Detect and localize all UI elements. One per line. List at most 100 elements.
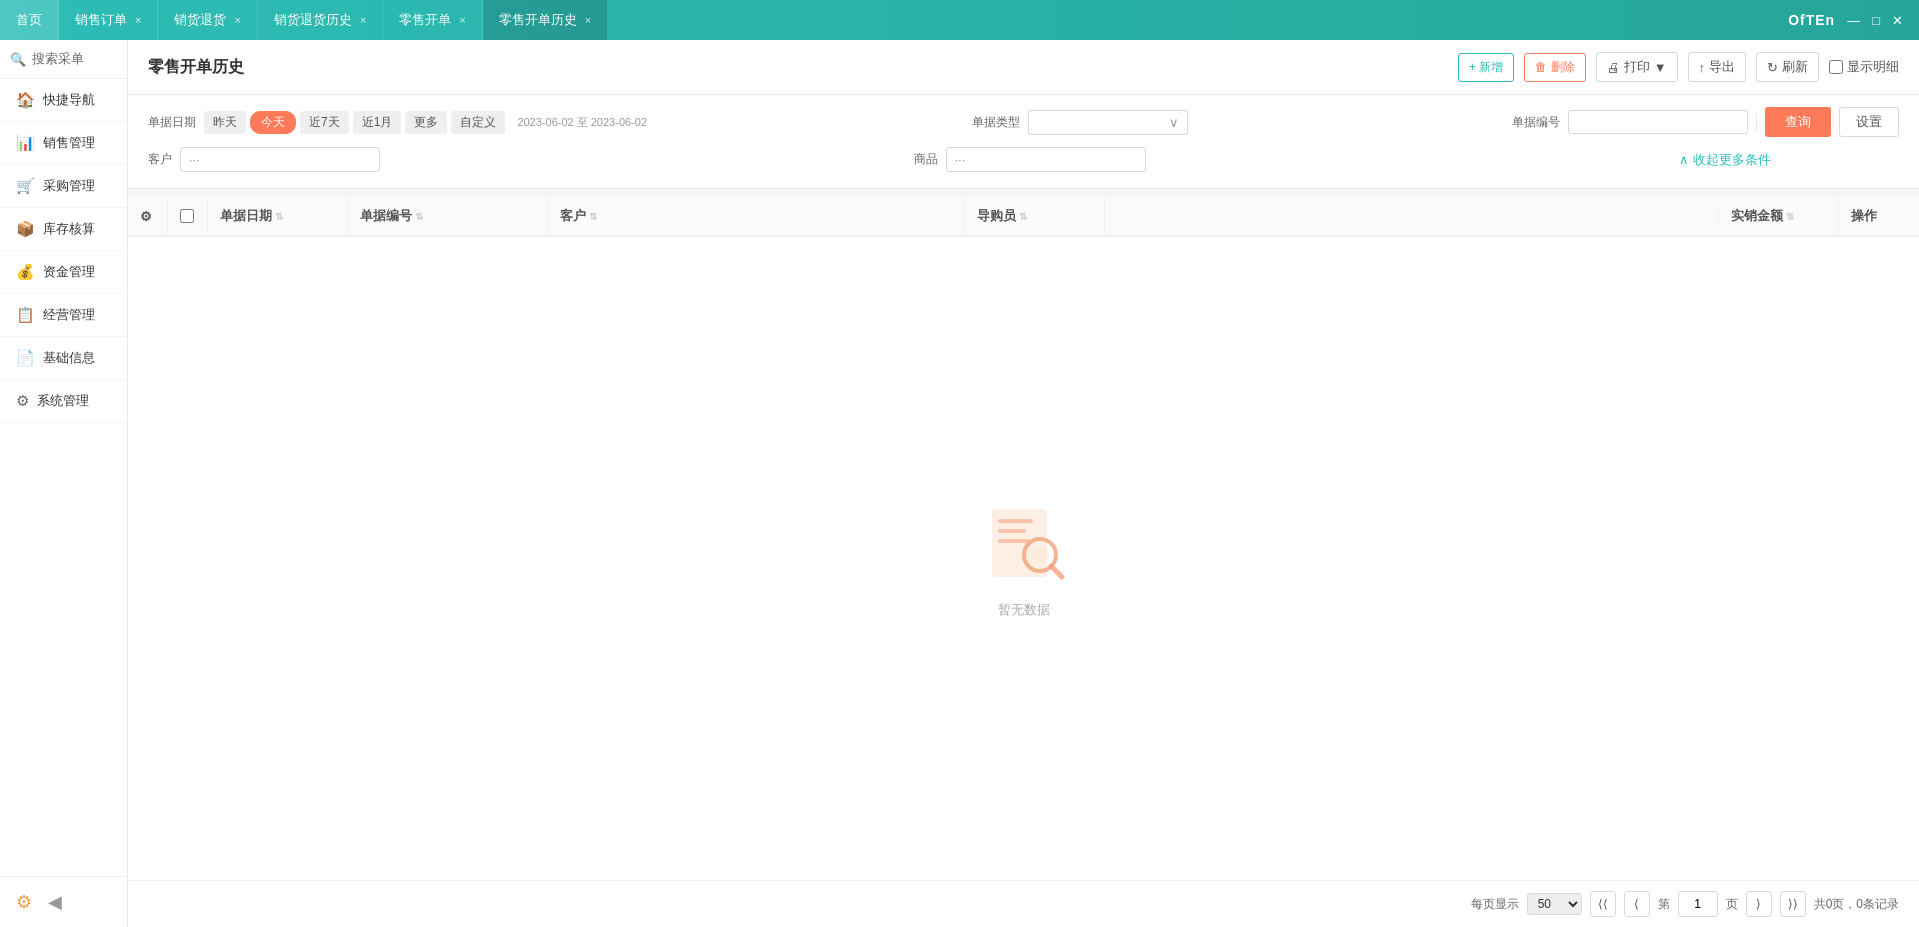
date-btn-custom[interactable]: 自定义 bbox=[451, 111, 505, 134]
tab-return-history-close[interactable]: × bbox=[360, 14, 366, 26]
th-customer-sort[interactable]: ⇅ bbox=[589, 211, 597, 222]
purchase-icon: 🛒 bbox=[16, 177, 35, 195]
page-size-label: 每页显示 bbox=[1471, 896, 1519, 913]
set-button[interactable]: 设置 bbox=[1839, 107, 1899, 137]
sidebar-gear-btn[interactable]: ⚙ bbox=[16, 891, 32, 913]
sidebar-item-system[interactable]: ⚙ 系统管理 bbox=[0, 380, 127, 423]
collapse-filter-btn[interactable]: ∧ 收起更多条件 bbox=[1679, 151, 1771, 169]
tab-home[interactable]: 首页 bbox=[0, 0, 59, 40]
th-num: 单据编号 ⇅ bbox=[348, 197, 548, 235]
empty-state: 暂无数据 bbox=[974, 499, 1074, 619]
main-layout: 🔍 搜索采单 🏠 快捷导航 📊 销售管理 🛒 采购管理 📦 库存核算 💰 资金管… bbox=[0, 40, 1919, 927]
print-label: 打印 bbox=[1624, 58, 1650, 76]
customer-select[interactable]: ··· bbox=[180, 147, 380, 172]
page-number-input[interactable] bbox=[1678, 891, 1718, 917]
th-check bbox=[168, 199, 208, 233]
sidebar-item-inventory[interactable]: 📦 库存核算 bbox=[0, 208, 127, 251]
tab-return-history-label: 销货退货历史 bbox=[274, 11, 352, 29]
date-btn-1month[interactable]: 近1月 bbox=[353, 111, 402, 134]
system-icon: ⚙ bbox=[16, 392, 29, 410]
select-all-checkbox[interactable] bbox=[180, 209, 194, 223]
th-date-label: 单据日期 bbox=[220, 207, 272, 225]
sidebar-item-sales-label: 销售管理 bbox=[43, 134, 95, 152]
th-num-sort[interactable]: ⇅ bbox=[415, 211, 423, 222]
sidebar-item-sales[interactable]: 📊 销售管理 bbox=[0, 122, 127, 165]
prev-page-btn[interactable]: ⟨ bbox=[1624, 891, 1650, 917]
th-action: 操作 bbox=[1839, 197, 1919, 235]
total-info: 共0页，0条记录 bbox=[1814, 896, 1899, 913]
header-actions: + 新增 🗑 删除 🖨 打印 ▼ ↑ 导出 ↻ 刷新 显示明细 bbox=[1458, 52, 1899, 82]
refresh-icon: ↻ bbox=[1767, 60, 1778, 75]
sidebar-item-operation-label: 经营管理 bbox=[43, 306, 95, 324]
goods-select[interactable]: ··· bbox=[946, 147, 1146, 172]
svg-rect-3 bbox=[998, 539, 1030, 543]
th-customer-label: 客户 bbox=[560, 207, 586, 225]
doc-num-input[interactable] bbox=[1568, 110, 1748, 134]
page-title: 零售开单历史 bbox=[148, 57, 244, 78]
th-date-sort[interactable]: ⇅ bbox=[275, 211, 283, 222]
date-btn-yesterday[interactable]: 昨天 bbox=[204, 111, 246, 134]
tab-return-history[interactable]: 销货退货历史 × bbox=[258, 0, 383, 40]
th-amount-sort[interactable]: ⇅ bbox=[1786, 211, 1794, 222]
table-body: 暂无数据 bbox=[128, 237, 1919, 880]
tab-return[interactable]: 销货退货 × bbox=[158, 0, 257, 40]
tab-retail-history[interactable]: 零售开单历史 × bbox=[483, 0, 608, 40]
finance-icon: 💰 bbox=[16, 263, 35, 281]
window-close-btn[interactable]: ✕ bbox=[1892, 13, 1903, 28]
customer-label: 客户 bbox=[148, 151, 172, 168]
maximize-btn[interactable]: □ bbox=[1872, 13, 1880, 28]
table-area: ⚙ 单据日期 ⇅ 单据编号 ⇅ 客户 ⇅ 导购员 bbox=[128, 197, 1919, 880]
svg-rect-1 bbox=[998, 519, 1033, 523]
sidebar-item-purchase-label: 采购管理 bbox=[43, 177, 95, 195]
query-button[interactable]: 查询 bbox=[1765, 107, 1831, 137]
page-size-select[interactable]: 50 10 20 100 bbox=[1527, 893, 1582, 915]
sidebar-item-basic-info[interactable]: 📄 基础信息 bbox=[0, 337, 127, 380]
sidebar-item-finance[interactable]: 💰 资金管理 bbox=[0, 251, 127, 294]
first-page-btn[interactable]: ⟨⟨ bbox=[1590, 891, 1616, 917]
th-settings: ⚙ bbox=[128, 199, 168, 234]
filter-row-1: 单据日期 昨天 今天 近7天 近1月 更多 自定义 2023-06-02 至 2… bbox=[148, 107, 1899, 137]
tab-home-label: 首页 bbox=[16, 11, 42, 29]
minimize-btn[interactable]: — bbox=[1847, 13, 1860, 28]
tab-sales-order[interactable]: 销售订单 × bbox=[59, 0, 158, 40]
doc-type-select[interactable]: ∨ bbox=[1028, 110, 1188, 135]
tab-retail-open[interactable]: 零售开单 × bbox=[383, 0, 482, 40]
date-btn-today[interactable]: 今天 bbox=[250, 111, 296, 134]
tab-return-close[interactable]: × bbox=[234, 14, 240, 26]
tab-sales-order-close[interactable]: × bbox=[135, 14, 141, 26]
search-icon: 🔍 bbox=[10, 52, 26, 67]
sidebar: 🔍 搜索采单 🏠 快捷导航 📊 销售管理 🛒 采购管理 📦 库存核算 💰 资金管… bbox=[0, 40, 128, 927]
th-guide-sort[interactable]: ⇅ bbox=[1019, 211, 1027, 222]
th-guide-label: 导购员 bbox=[977, 207, 1016, 225]
last-page-btn[interactable]: ⟩⟩ bbox=[1780, 891, 1806, 917]
pagination-bar: 每页显示 50 10 20 100 ⟨⟨ ⟨ 第 页 ⟩ ⟩⟩ 共0页，0条记录 bbox=[128, 880, 1919, 927]
tab-retail-open-close[interactable]: × bbox=[459, 14, 465, 26]
top-bar-right: OfTEn — □ ✕ bbox=[1772, 12, 1919, 28]
filter-row-2: 客户 ··· 商品 ··· ∧ 收起更多条件 bbox=[148, 147, 1899, 172]
table-settings-icon[interactable]: ⚙ bbox=[140, 209, 152, 224]
sidebar-item-purchase[interactable]: 🛒 采购管理 bbox=[0, 165, 127, 208]
show-detail-toggle[interactable]: 显示明细 bbox=[1829, 58, 1899, 76]
date-btn-more[interactable]: 更多 bbox=[405, 111, 447, 134]
date-range: 2023-06-02 至 2023-06-02 bbox=[517, 115, 647, 130]
customer-placeholder: ··· bbox=[189, 152, 200, 167]
sidebar-item-operation[interactable]: 📋 经营管理 bbox=[0, 294, 127, 337]
table-header: ⚙ 单据日期 ⇅ 单据编号 ⇅ 客户 ⇅ 导购员 bbox=[128, 197, 1919, 237]
date-btn-7days[interactable]: 近7天 bbox=[300, 111, 349, 134]
next-page-btn[interactable]: ⟩ bbox=[1746, 891, 1772, 917]
print-button[interactable]: 🖨 打印 ▼ bbox=[1596, 52, 1678, 82]
print-icon: 🖨 bbox=[1607, 60, 1620, 75]
sidebar-collapse-btn[interactable]: ◀ bbox=[48, 891, 62, 913]
page-label-post: 页 bbox=[1726, 896, 1738, 913]
sidebar-item-quick-nav[interactable]: 🏠 快捷导航 bbox=[0, 79, 127, 122]
inventory-icon: 📦 bbox=[16, 220, 35, 238]
export-button[interactable]: ↑ 导出 bbox=[1688, 52, 1747, 82]
tab-retail-history-close[interactable]: × bbox=[585, 14, 591, 26]
delete-button[interactable]: 🗑 删除 bbox=[1524, 53, 1585, 82]
sidebar-search[interactable]: 🔍 搜索采单 bbox=[0, 40, 127, 79]
th-amount-label: 实销金额 bbox=[1731, 207, 1783, 225]
show-detail-checkbox[interactable] bbox=[1829, 60, 1843, 74]
add-button[interactable]: + 新增 bbox=[1458, 53, 1514, 82]
doc-num-label: 单据编号 bbox=[1512, 114, 1560, 131]
refresh-button[interactable]: ↻ 刷新 bbox=[1756, 52, 1819, 82]
